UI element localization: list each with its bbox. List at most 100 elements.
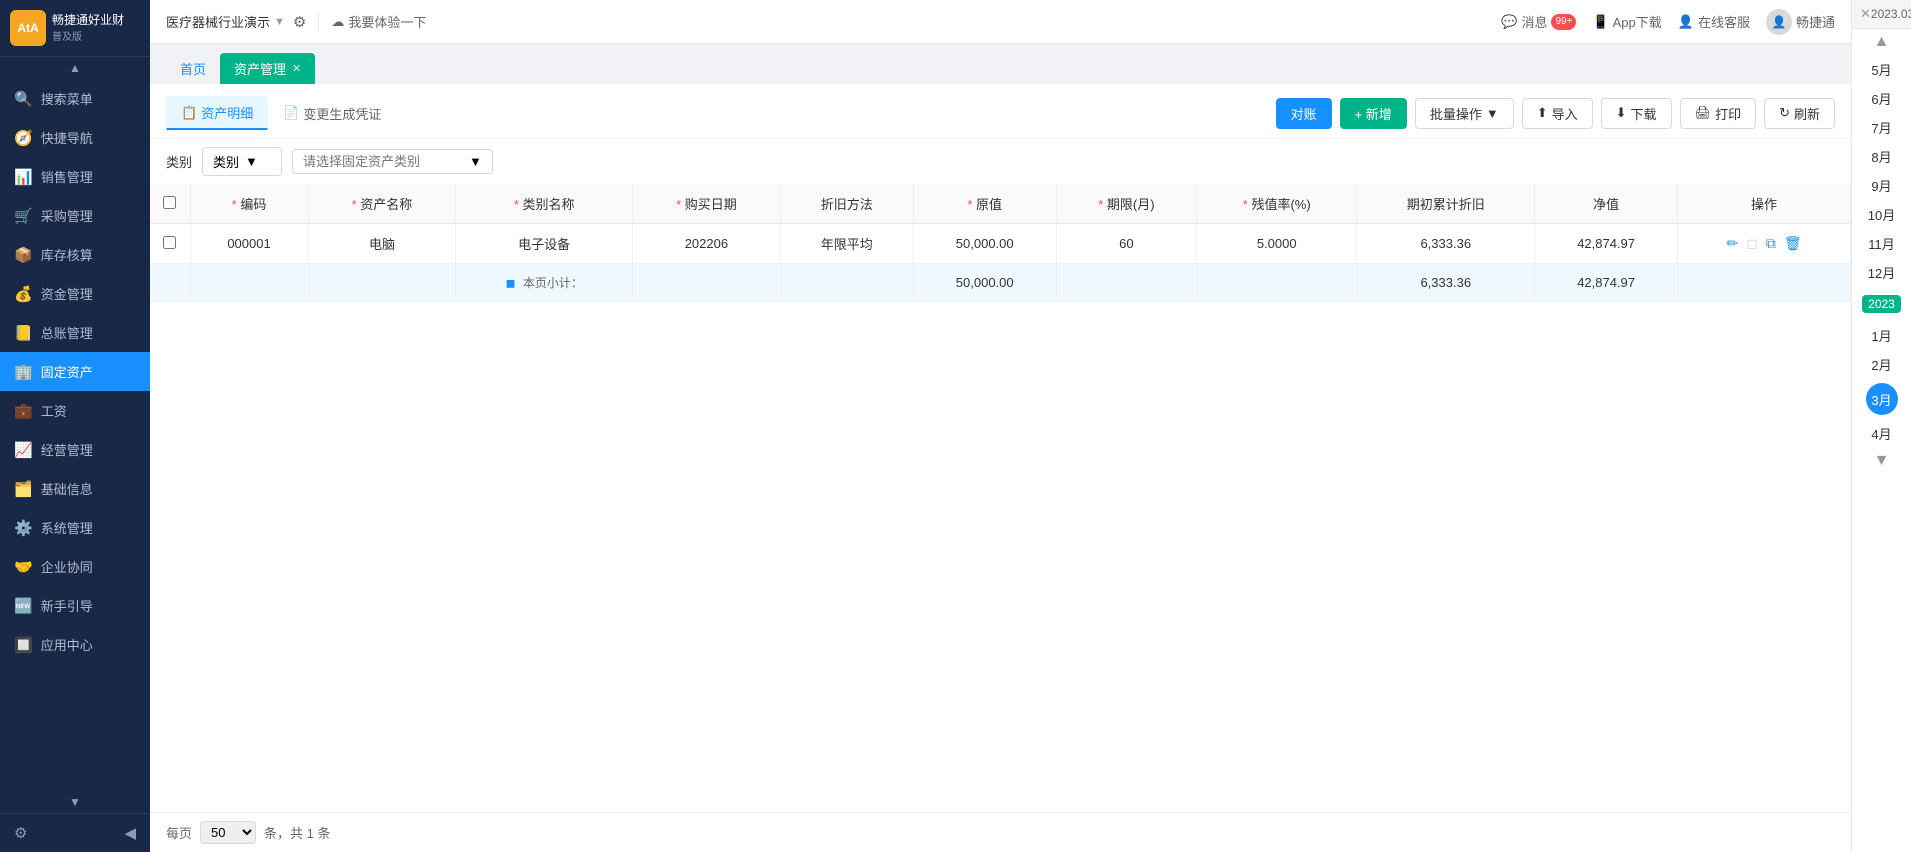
header-depreciation-method: 折旧方法: [780, 184, 913, 224]
calendar-month-8[interactable]: 8月: [1852, 142, 1911, 171]
right-panel-header: ✕ 2023.03 ⛶: [1852, 0, 1911, 29]
calendar-month-5[interactable]: 5月: [1852, 55, 1911, 84]
sidebar-item-appstore[interactable]: 🔲 应用中心: [0, 625, 150, 664]
sidebar-item-inventory[interactable]: 📦 库存核算: [0, 235, 150, 274]
import-button[interactable]: ⬆ 导入: [1522, 98, 1593, 129]
calendar-month-6[interactable]: 6月: [1852, 84, 1911, 113]
sidebar-item-label: 经营管理: [41, 440, 93, 459]
sidebar-item-label: 库存核算: [41, 245, 93, 264]
batch-label: 批量操作: [1430, 104, 1482, 123]
duizhang-button[interactable]: 对账: [1276, 98, 1332, 129]
tab-close-icon[interactable]: ✕: [292, 62, 301, 75]
copy-icon[interactable]: ⧉: [1766, 235, 1776, 252]
sidebar-item-sales[interactable]: 📊 销售管理: [0, 157, 150, 196]
experience-button[interactable]: ☁ 我要体验一下: [331, 12, 426, 31]
download-icon2: ⬇: [1616, 105, 1627, 121]
right-panel-close-icon[interactable]: ✕: [1860, 6, 1871, 22]
category-search-input-wrap[interactable]: ▼: [292, 149, 493, 174]
message-button[interactable]: 💬 消息 99+: [1501, 12, 1576, 31]
calendar-month-3-current[interactable]: 3月: [1866, 383, 1898, 415]
sidebar-item-guide[interactable]: 🆕 新手引导: [0, 586, 150, 625]
sidebar-item-assets[interactable]: 🏢 固定资产: [0, 352, 150, 391]
sidebar-item-purchase[interactable]: 🛒 采购管理: [0, 196, 150, 235]
cloud-icon: ☁: [331, 14, 344, 30]
refresh-icon: ↻: [1779, 105, 1790, 121]
sidebar-item-basic[interactable]: 🗂️ 基础信息: [0, 469, 150, 508]
calendar-month-1[interactable]: 1月: [1852, 321, 1911, 350]
user-avatar: 👤: [1766, 9, 1792, 35]
header-code: * 编码: [190, 184, 308, 224]
sidebar-item-search[interactable]: 🔍 搜索菜单: [0, 79, 150, 118]
row-period: 60: [1056, 224, 1196, 264]
calendar-month-9[interactable]: 9月: [1852, 171, 1911, 200]
toolbar-tab-voucher[interactable]: 📄 变更生成凭证: [268, 97, 396, 130]
tab-home-label: 首页: [180, 62, 206, 77]
tab-assets-label: 资产管理: [234, 59, 286, 78]
sidebar-item-system[interactable]: ⚙️ 系统管理: [0, 508, 150, 547]
calendar-month-7[interactable]: 7月: [1852, 113, 1911, 142]
header-checkbox[interactable]: [150, 184, 190, 224]
calendar-month-2[interactable]: 2月: [1852, 350, 1911, 379]
add-button[interactable]: + 新增: [1340, 98, 1407, 129]
settings-gear-icon[interactable]: ⚙: [293, 13, 306, 31]
sidebar-item-cooperation[interactable]: 🤝 企业协同: [0, 547, 150, 586]
sidebar-item-label: 资金管理: [41, 284, 93, 303]
row-checkbox-cell[interactable]: [150, 224, 190, 264]
right-panel-year: 2023.03: [1871, 7, 1911, 21]
settings-icon[interactable]: ⚙: [14, 824, 27, 842]
calendar-month-10[interactable]: 10月: [1852, 200, 1911, 229]
select-all-checkbox[interactable]: [163, 196, 176, 209]
sidebar-item-operations[interactable]: 📈 经营管理: [0, 430, 150, 469]
depreciate-icon[interactable]: ◻: [1746, 235, 1758, 252]
tab-home[interactable]: 首页: [166, 53, 220, 84]
print-button[interactable]: 🖨 打印: [1680, 98, 1757, 129]
download-button[interactable]: ⬇ 下载: [1601, 98, 1672, 129]
experience-label: 我要体验一下: [348, 12, 426, 31]
batch-button[interactable]: 批量操作 ▼: [1415, 98, 1514, 129]
company-dropdown-arrow: ▼: [274, 16, 285, 28]
sidebar-logo: AtA 畅捷通好业财 普及版: [0, 0, 150, 57]
sidebar-item-label: 销售管理: [41, 167, 93, 186]
subtotal-net: 42,874.97: [1535, 264, 1678, 302]
calendar-month-4[interactable]: 4月: [1852, 419, 1911, 448]
voucher-tab-label: 变更生成凭证: [303, 104, 381, 123]
sidebar-item-salary[interactable]: 💼 工资: [0, 391, 150, 430]
calendar-down-nav[interactable]: ▼: [1852, 448, 1911, 474]
refresh-button[interactable]: ↻ 刷新: [1764, 98, 1835, 129]
refresh-label: 刷新: [1794, 104, 1820, 123]
toolbar-tabs: 📋 资产明细 📄 变更生成凭证: [166, 96, 396, 130]
delete-icon[interactable]: 🗑: [1784, 235, 1802, 252]
year-2023-label[interactable]: 2023: [1862, 295, 1901, 313]
table-header-row: * 编码 * 资产名称 * 类别名称 * 购买日期 折旧方法: [150, 184, 1851, 224]
sidebar-item-ledger[interactable]: 📒 总账管理: [0, 313, 150, 352]
sidebar-scroll-up[interactable]: ▲: [0, 57, 150, 79]
pagination: 每页 50 10 20 100 条，共 1 条: [150, 812, 1851, 852]
calendar-month-11[interactable]: 11月: [1852, 229, 1911, 258]
online-service-button[interactable]: 👤 在线客服: [1678, 12, 1750, 31]
row-purchase-date: 202206: [632, 224, 780, 264]
per-page-select[interactable]: 50 10 20 100: [200, 821, 256, 844]
app-download-button[interactable]: 📱 App下载: [1592, 12, 1661, 31]
total-text: 条，共 1 条: [264, 823, 330, 842]
category-search-input[interactable]: [303, 154, 463, 169]
tab-assets[interactable]: 资产管理 ✕: [220, 53, 315, 84]
main-area: 医疗器械行业演示 ▼ ⚙ ☁ 我要体验一下 💬 消息 99+ 📱 App下载 👤…: [150, 0, 1851, 852]
toolbar-tab-detail[interactable]: 📋 资产明细: [166, 96, 268, 130]
header-category: * 类别名称: [456, 184, 633, 224]
import-label: 导入: [1552, 104, 1578, 123]
category-type-select[interactable]: 类别 ▼: [202, 147, 282, 176]
company-selector[interactable]: 医疗器械行业演示 ▼: [166, 12, 285, 31]
sidebar-scroll-down[interactable]: ▼: [0, 791, 150, 813]
row-category: 电子设备: [456, 224, 633, 264]
edit-icon[interactable]: ✏: [1726, 235, 1738, 252]
app-edition: 普及版: [52, 28, 124, 43]
row-net-value: 42,874.97: [1535, 224, 1678, 264]
sidebar-item-quicknav[interactable]: 🧭 快捷导航: [0, 118, 150, 157]
user-info[interactable]: 👤 畅捷通: [1766, 9, 1835, 35]
collapse-icon[interactable]: ◀: [124, 824, 136, 842]
finance-icon: 💰: [14, 285, 33, 303]
calendar-up-nav[interactable]: ▲: [1852, 29, 1911, 55]
row-checkbox[interactable]: [163, 236, 176, 249]
sidebar-item-finance[interactable]: 💰 资金管理: [0, 274, 150, 313]
calendar-month-12[interactable]: 12月: [1852, 258, 1911, 287]
